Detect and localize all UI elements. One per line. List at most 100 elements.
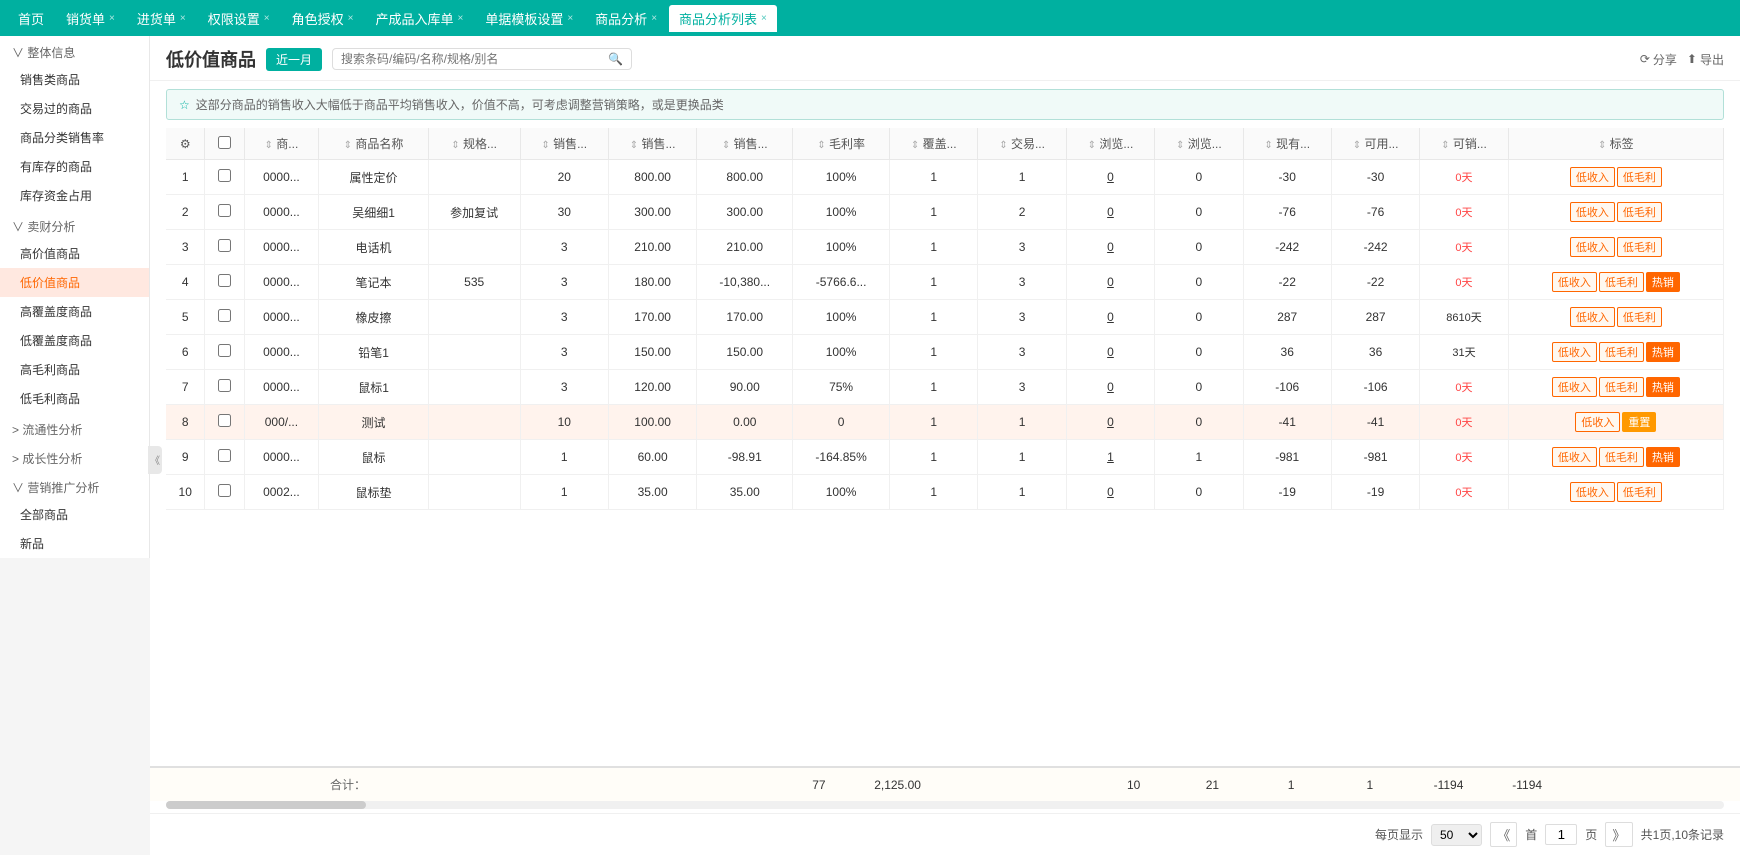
cell-browse1[interactable]: 0 <box>1066 335 1154 370</box>
close-icon[interactable]: × <box>109 13 115 24</box>
close-icon[interactable]: × <box>761 13 767 24</box>
row-checkbox[interactable] <box>218 169 231 182</box>
col-header-usable[interactable]: ⇕ 可用... <box>1331 128 1419 160</box>
sidebar-item-交易过的商品[interactable]: 交易过的商品 <box>0 94 149 123</box>
cell-browse1[interactable]: 0 <box>1066 370 1154 405</box>
col-header-sales2[interactable]: ⇕ 销售... <box>697 128 793 160</box>
sidebar-group-> 流通性分析[interactable]: > 流通性分析 <box>0 413 149 442</box>
nav-item-首页[interactable]: 首页 <box>8 5 54 32</box>
cell-usable: -30 <box>1331 160 1419 195</box>
sidebar-item-高覆盖度商品[interactable]: 高覆盖度商品 <box>0 297 149 326</box>
nav-item-产成品入库单[interactable]: 产成品入库单 × <box>365 5 473 32</box>
close-icon[interactable]: × <box>348 13 354 24</box>
first-page-button[interactable]: 《 <box>1490 822 1517 847</box>
sidebar-item-库存资金占用[interactable]: 库存资金占用 <box>0 181 149 210</box>
horizontal-scrollbar[interactable] <box>166 801 1724 809</box>
cell-checkbox[interactable] <box>205 440 244 475</box>
cell-checkbox[interactable] <box>205 475 244 510</box>
col-header-saleable[interactable]: ⇕ 可销... <box>1420 128 1508 160</box>
col-header-browse1[interactable]: ⇕ 浏览... <box>1066 128 1154 160</box>
sidebar: ∨ 整体信息销售类商品交易过的商品商品分类销售率有库存的商品库存资金占用∨ 卖财… <box>0 36 150 558</box>
col-header-tags[interactable]: ⇕ 标签 <box>1508 128 1723 160</box>
cell-saleable: 0天 <box>1420 475 1508 510</box>
col-header-current[interactable]: ⇕ 现有... <box>1243 128 1331 160</box>
close-icon[interactable]: × <box>651 13 657 24</box>
cell-browse1[interactable]: 0 <box>1066 230 1154 265</box>
per-page-select[interactable]: 50 100 <box>1431 824 1482 846</box>
cell-browse1[interactable]: 0 <box>1066 160 1154 195</box>
col-header-qty[interactable]: ⇕ 销售... <box>520 128 608 160</box>
nav-item-单据模板设置[interactable]: 单据模板设置 × <box>475 5 583 32</box>
close-icon[interactable]: × <box>567 13 573 24</box>
sidebar-collapse-button[interactable]: 《 <box>148 446 162 474</box>
close-icon[interactable]: × <box>264 13 270 24</box>
search-icon[interactable]: 🔍 <box>608 52 623 66</box>
row-checkbox[interactable] <box>218 274 231 287</box>
sidebar-group-∨ 卖财分析[interactable]: ∨ 卖财分析 <box>0 210 149 239</box>
row-checkbox[interactable] <box>218 449 231 462</box>
sidebar-item-低毛利商品[interactable]: 低毛利商品 <box>0 384 149 413</box>
col-header-checkbox[interactable] <box>205 128 244 160</box>
row-checkbox[interactable] <box>218 344 231 357</box>
nav-item-商品分析[interactable]: 商品分析 × <box>585 5 667 32</box>
sidebar-item-高毛利商品[interactable]: 高毛利商品 <box>0 355 149 384</box>
row-checkbox[interactable] <box>218 414 231 427</box>
sidebar-group-∨ 营销推广分析[interactable]: ∨ 营销推广分析 <box>0 471 149 500</box>
col-header-settings[interactable]: ⚙ <box>166 128 205 160</box>
col-header-profit_rate[interactable]: ⇕ 毛利率 <box>793 128 890 160</box>
cell-spec <box>428 370 520 405</box>
col-header-browse2[interactable]: ⇕ 浏览... <box>1155 128 1243 160</box>
sidebar-item-全部商品[interactable]: 全部商品 <box>0 500 149 529</box>
row-checkbox[interactable] <box>218 239 231 252</box>
cell-checkbox[interactable] <box>205 300 244 335</box>
cell-checkbox[interactable] <box>205 370 244 405</box>
nav-item-进货单[interactable]: 进货单 × <box>127 5 196 32</box>
cell-browse1[interactable]: 0 <box>1066 475 1154 510</box>
sidebar-group-∨ 整体信息[interactable]: ∨ 整体信息 <box>0 36 149 65</box>
cell-tags: 低收入低毛利 <box>1508 475 1723 510</box>
col-header-sales1[interactable]: ⇕ 销售... <box>608 128 696 160</box>
nav-item-角色授权[interactable]: 角色授权 × <box>282 5 364 32</box>
search-input[interactable] <box>341 52 608 66</box>
scrollbar-thumb[interactable] <box>166 801 366 809</box>
col-header-spec[interactable]: ⇕ 规格... <box>428 128 520 160</box>
cell-browse1[interactable]: 0 <box>1066 300 1154 335</box>
cell-browse1[interactable]: 0 <box>1066 405 1154 440</box>
nav-item-权限设置[interactable]: 权限设置 × <box>198 5 280 32</box>
sidebar-item-商品分类销售率[interactable]: 商品分类销售率 <box>0 123 149 152</box>
close-icon[interactable]: × <box>457 13 463 24</box>
nav-item-商品分析列表[interactable]: 商品分析列表 × <box>669 5 777 32</box>
sidebar-item-高价值商品[interactable]: 高价值商品 <box>0 239 149 268</box>
sidebar-item-低价值商品[interactable]: 低价值商品 <box>0 268 149 297</box>
sidebar-item-销售类商品[interactable]: 销售类商品 <box>0 65 149 94</box>
cell-browse1[interactable]: 0 <box>1066 265 1154 300</box>
sidebar-item-新品[interactable]: 新品 <box>0 529 149 558</box>
row-checkbox[interactable] <box>218 204 231 217</box>
col-header-trade[interactable]: ⇕ 交易... <box>978 128 1066 160</box>
cell-checkbox[interactable] <box>205 195 244 230</box>
row-checkbox[interactable] <box>218 309 231 322</box>
export-button[interactable]: ⬆ 导出 <box>1687 51 1724 68</box>
cell-checkbox[interactable] <box>205 335 244 370</box>
row-checkbox[interactable] <box>218 379 231 392</box>
last-page-button[interactable]: 》 <box>1605 822 1632 847</box>
cell-checkbox[interactable] <box>205 405 244 440</box>
col-header-coverage[interactable]: ⇕ 覆盖... <box>890 128 978 160</box>
col-header-code[interactable]: ⇕ 商... <box>244 128 319 160</box>
sidebar-item-有库存的商品[interactable]: 有库存的商品 <box>0 152 149 181</box>
sidebar-group-> 成长性分析[interactable]: > 成长性分析 <box>0 442 149 471</box>
nav-item-销货单[interactable]: 销货单 × <box>56 5 125 32</box>
close-icon[interactable]: × <box>180 13 186 24</box>
sidebar-item-低覆盖度商品[interactable]: 低覆盖度商品 <box>0 326 149 355</box>
select-all-checkbox[interactable] <box>218 136 231 149</box>
page-number-input[interactable] <box>1545 824 1577 845</box>
cell-checkbox[interactable] <box>205 160 244 195</box>
col-header-name[interactable]: ⇕ 商品名称 <box>319 128 428 160</box>
cell-checkbox[interactable] <box>205 265 244 300</box>
row-checkbox[interactable] <box>218 484 231 497</box>
cell-browse1[interactable]: 1 <box>1066 440 1154 475</box>
share-button[interactable]: ⟳ 分享 <box>1640 51 1677 68</box>
cell-browse1[interactable]: 0 <box>1066 195 1154 230</box>
time-filter-button[interactable]: 近一月 <box>266 48 322 71</box>
cell-checkbox[interactable] <box>205 230 244 265</box>
